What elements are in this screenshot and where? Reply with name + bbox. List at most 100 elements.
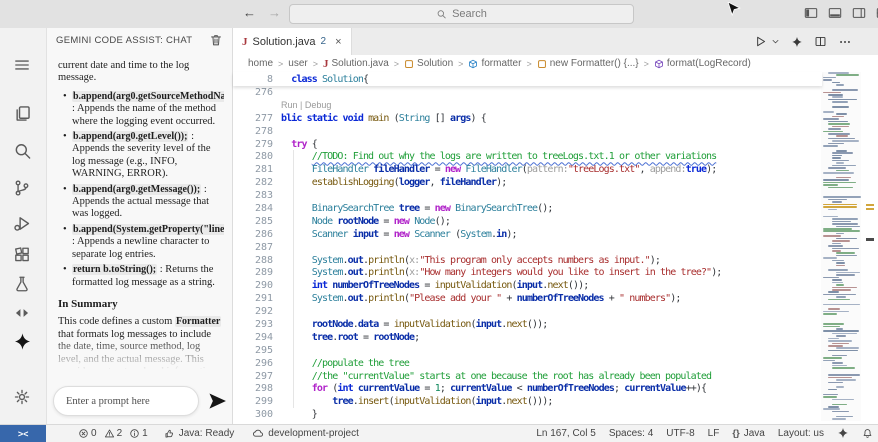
code-line-293[interactable]: 293 rootNode.data = inputValidation(inpu… — [233, 318, 822, 331]
layout-sidebar-right-icon[interactable] — [852, 6, 866, 20]
status-bell[interactable] — [862, 428, 873, 439]
layout-panel-bottom-icon[interactable] — [828, 6, 842, 20]
vscode-window: ← → Search GEMINI CODE ASSIST: CHAT curr… — [0, 0, 878, 442]
activity-gemini-spark-icon[interactable] — [13, 332, 33, 352]
breadcrumb-separator: > — [278, 58, 284, 69]
breadcrumb: home > user > J Solution.java > Solution > format… — [233, 55, 878, 72]
code-line-279[interactable]: 279 try { — [233, 138, 822, 151]
chat-bullet: b.append(System.getProperty("line.separa… — [63, 223, 224, 261]
run-dropdown-icon[interactable] — [771, 37, 780, 46]
sticky-scroll-line[interactable]: 8 class Solution{ — [233, 72, 822, 86]
breadcrumb-format-logrecord-[interactable]: format(LogRecord) — [654, 58, 751, 69]
indent-guide — [293, 150, 294, 408]
breadcrumb-solution-java[interactable]: J Solution.java — [323, 58, 389, 70]
gemini-spark-icon[interactable] — [791, 36, 803, 48]
code-line-297[interactable]: 297 //the "currentValue" starts at one b… — [233, 370, 822, 383]
more-actions-icon[interactable] — [838, 35, 852, 49]
tab-badge: 2 — [320, 36, 327, 47]
tab-label: Solution.java — [252, 35, 316, 48]
tab-close-icon[interactable]: × — [335, 36, 341, 48]
chat-bullet: b.append(arg0.getSourceMethodName()); : … — [63, 90, 224, 128]
minimap[interactable] — [821, 72, 861, 421]
code-line-298[interactable]: 298 for (int currentValue = 1; currentVa… — [233, 382, 822, 395]
activity-bar — [0, 28, 47, 425]
chat-heading: In Summary — [58, 297, 118, 310]
nav-forward-icon[interactable]: → — [268, 5, 281, 20]
prompt-input[interactable] — [53, 386, 199, 416]
code-line-295[interactable]: 295 — [233, 344, 822, 357]
activity-settings-gear-icon[interactable] — [13, 388, 33, 408]
run-icon[interactable] — [754, 35, 767, 48]
status-ln-167-col-5[interactable]: Ln 167, Col 5 — [536, 428, 596, 439]
send-icon[interactable] — [206, 390, 229, 413]
symbol-field-icon — [468, 59, 478, 69]
code-line-287[interactable]: 287 — [233, 241, 822, 254]
nav-back-icon[interactable]: ← — [243, 5, 256, 20]
breadcrumb-formatter[interactable]: formatter — [468, 58, 521, 69]
code-line-280[interactable]: 280 //TODO: Find out why the logs are wr… — [233, 150, 822, 163]
activity-run-debug-icon[interactable] — [13, 214, 33, 234]
code-line-300[interactable]: 300 } — [233, 408, 822, 421]
code-line-286[interactable]: 286 Scanner input = new Scanner (System.… — [233, 228, 822, 241]
code-line-281[interactable]: 281 FileHandler fileHandler = new FileHa… — [233, 163, 822, 176]
code-line-288[interactable]: 288 System.out.println(x:"This program o… — [233, 254, 822, 267]
status-spark[interactable] — [837, 427, 849, 439]
chat-bullet: b.append(arg0.getMessage()); : Appends t… — [63, 183, 224, 221]
breadcrumb-new-formatter-[interactable]: new Formatter() {...} — [537, 58, 639, 69]
breadcrumb-solution[interactable]: Solution — [404, 58, 453, 69]
panel-title: GEMINI CODE ASSIST: CHAT — [56, 34, 193, 46]
code-line-291[interactable]: 291 System.out.println("Please add your … — [233, 292, 822, 305]
code-line-285[interactable]: 285 Node rootNode = new Node(); — [233, 215, 822, 228]
code-area[interactable]: 276 Run | Debug 277 blic static void main (… — [233, 86, 822, 425]
tab-solution-java[interactable]: J Solution.java 2 × — [233, 28, 352, 55]
status-java-ready[interactable]: Java: Ready — [164, 427, 234, 439]
activity-extensions-icon[interactable] — [13, 246, 33, 266]
chat-bullet: b.append(arg0.getLevel()); : Appends the… — [63, 131, 224, 181]
activity-menu-icon[interactable] — [13, 56, 33, 76]
code-line-294[interactable]: 294 tree.root = rootNode; — [233, 331, 822, 344]
split-editor-icon[interactable] — [814, 35, 827, 48]
layout-sidebar-left-icon[interactable] — [804, 6, 818, 20]
activity-code-compare-icon[interactable] — [13, 304, 33, 324]
activity-beaker-icon[interactable] — [13, 275, 33, 295]
code-line-283[interactable]: 283 — [233, 189, 822, 202]
java-file-icon: J — [323, 57, 329, 70]
status-development-project[interactable]: development-project — [252, 427, 359, 439]
braces-icon: {} — [732, 427, 740, 439]
codelens-run-debug[interactable]: Run | Debug — [281, 100, 331, 110]
thumb-icon — [164, 428, 175, 439]
code-line-296[interactable]: 296 //populate the tree — [233, 357, 822, 370]
activity-source-control-icon[interactable] — [13, 179, 33, 199]
editor-group: J Solution.java 2 × home > user > J Solution.… — [233, 28, 878, 425]
code-line-299[interactable]: 299 tree.insert(inputValidation(input.ne… — [233, 395, 822, 408]
code-line-290[interactable]: 290 int numberOfTreeNodes = inputValidat… — [233, 279, 822, 292]
code-line-278[interactable]: 278 — [233, 125, 822, 138]
gemini-chat-panel: GEMINI CODE ASSIST: CHAT current date an… — [47, 28, 233, 425]
trash-icon[interactable] — [209, 33, 223, 47]
command-center-search[interactable]: Search — [289, 4, 634, 24]
ruler-mark — [866, 238, 874, 241]
code-line-284[interactable]: 284 BinarySearchTree tree = new BinarySe… — [233, 202, 822, 215]
status-utf-8[interactable]: UTF-8 — [666, 428, 694, 439]
remote-indicator[interactable]: >< — [0, 425, 46, 442]
activity-search-icon[interactable] — [13, 142, 33, 162]
status-bar: >< 021 Java: Ready development-project Ln… — [0, 424, 878, 442]
breadcrumb-separator: > — [526, 58, 532, 69]
activity-explorer-icon[interactable] — [13, 104, 33, 124]
status-lf[interactable]: LF — [708, 428, 720, 439]
breadcrumb-user[interactable]: user — [288, 58, 307, 69]
code-line-277[interactable]: 277 blic static void main (String [] args… — [233, 112, 822, 125]
java-file-icon: J — [242, 35, 248, 48]
search-placeholder: Search — [452, 8, 487, 20]
overview-ruler[interactable] — [862, 72, 878, 425]
status-spaces-4[interactable]: Spaces: 4 — [609, 428, 653, 439]
code-line-282[interactable]: 282 establishLogging(logger, fileHandler… — [233, 176, 822, 189]
code-line-289[interactable]: 289 System.out.println(x:"How many integ… — [233, 266, 822, 279]
code-line-292[interactable]: 292 — [233, 305, 822, 318]
status-java[interactable]: {} Java — [732, 428, 765, 439]
ruler-mark — [866, 204, 874, 206]
problems-status[interactable]: 021 — [78, 428, 148, 439]
code-line-276[interactable]: 276 — [233, 86, 822, 99]
status-layout-us[interactable]: Layout: us — [778, 428, 824, 439]
breadcrumb-home[interactable]: home — [248, 58, 273, 69]
